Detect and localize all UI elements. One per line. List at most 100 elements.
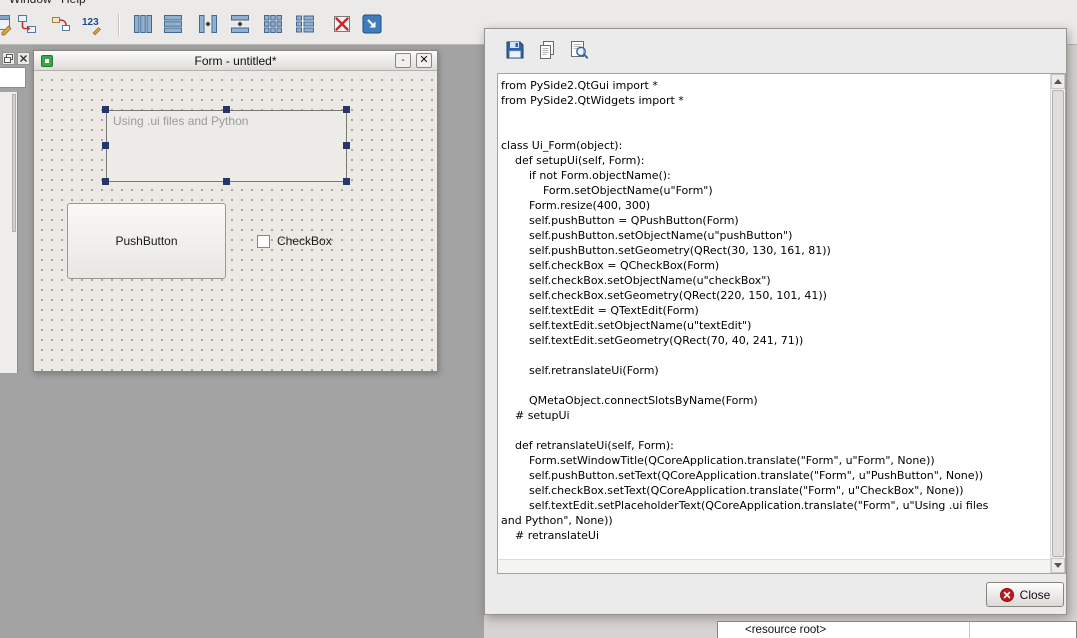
layout-form-icon[interactable]	[292, 11, 318, 37]
resource-column-divider	[969, 622, 970, 638]
code-line: Form.setWindowTitle(QCoreApplication.tra…	[501, 453, 1050, 468]
code-line: # setupUi	[501, 408, 1050, 423]
selection-handle-bottom-left[interactable]	[102, 178, 109, 185]
save-glyph	[503, 38, 527, 62]
form-window-controls: - ✕	[395, 53, 432, 68]
float-panel-icon[interactable]	[2, 52, 15, 65]
code-line	[501, 348, 1050, 363]
code-line: def retranslateUi(self, Form):	[501, 438, 1050, 453]
close-panel-icon[interactable]	[17, 52, 30, 65]
selection-handle-bottom-right[interactable]	[343, 178, 350, 185]
code-line	[501, 108, 1050, 123]
edit-buddies-icon[interactable]	[48, 11, 74, 37]
adjust-size-glyph	[360, 12, 384, 36]
scrollbar-thumb[interactable]	[1052, 90, 1064, 557]
widgetbox-filter-input[interactable]	[0, 67, 26, 88]
edit-tab-order-glyph: 123	[80, 12, 104, 36]
scroll-down-icon[interactable]	[1051, 558, 1065, 573]
layout-vertical-splitter-glyph	[228, 12, 252, 36]
edit-signals-slots-glyph	[15, 12, 39, 36]
code-line: self.pushButton.setGeometry(QRect(30, 13…	[501, 243, 1050, 258]
layout-vertically-glyph	[161, 12, 185, 36]
checkbox-indicator[interactable]	[257, 235, 270, 248]
form-canvas[interactable]: Using .ui files and Python PushButton Ch…	[34, 72, 437, 371]
resource-browser-panel[interactable]: <resource root>	[717, 621, 1077, 638]
layout-horizontal-splitter-glyph	[196, 12, 220, 36]
edit-tab-order-icon[interactable]: 123	[79, 11, 105, 37]
vertical-scrollbar[interactable]	[1050, 74, 1065, 573]
code-line: from PySide2.QtGui import *	[501, 78, 1050, 93]
pushbutton-widget[interactable]: PushButton	[67, 203, 226, 279]
find-glyph	[567, 38, 591, 62]
checkbox-widget[interactable]: CheckBox	[257, 234, 332, 248]
code-line: self.textEdit.setObjectName(u"textEdit")	[501, 318, 1050, 333]
widgetbox-scrollbar[interactable]	[12, 94, 16, 232]
copy-icon[interactable]	[535, 38, 559, 62]
selection-handle-top-center[interactable]	[223, 106, 230, 113]
scroll-up-icon[interactable]	[1051, 74, 1065, 89]
code-line: self.pushButton.setObjectName(u"pushButt…	[501, 228, 1050, 243]
resource-root-item[interactable]: <resource root>	[745, 624, 826, 636]
code-view[interactable]: from PySide2.QtGui import *from PySide2.…	[497, 73, 1066, 574]
code-line: if not Form.objectName():	[501, 168, 1050, 183]
code-line: self.textEdit.setPlaceholderText(QCoreAp…	[501, 498, 1050, 513]
break-layout-glyph	[330, 12, 354, 36]
code-line: Form.resize(400, 300)	[501, 198, 1050, 213]
close-button[interactable]: ✕	[416, 53, 432, 68]
svg-text:123: 123	[82, 17, 99, 28]
selection-handle-middle-right[interactable]	[343, 142, 350, 149]
copy-glyph	[535, 38, 559, 62]
edit-signals-slots-icon[interactable]	[14, 11, 40, 37]
selection-handle-top-right[interactable]	[343, 106, 350, 113]
code-line	[501, 123, 1050, 138]
code-line: self.checkBox.setObjectName(u"checkBox")	[501, 273, 1050, 288]
adjust-size-icon[interactable]	[359, 11, 385, 37]
code-line: self.checkBox = QCheckBox(Form)	[501, 258, 1050, 273]
layout-horizontal-splitter-icon[interactable]	[195, 11, 221, 37]
code-line: and Python", None))	[501, 513, 1050, 528]
form-editor-window: Form - untitled* - ✕ Using .ui files and…	[33, 50, 438, 372]
selection-handle-top-left[interactable]	[102, 106, 109, 113]
layout-vertical-splitter-icon[interactable]	[227, 11, 253, 37]
code-line: from PySide2.QtWidgets import *	[501, 93, 1050, 108]
code-line: QMetaObject.connectSlotsByName(Form)	[501, 393, 1050, 408]
textedit-widget[interactable]: Using .ui files and Python	[106, 110, 347, 182]
break-layout-icon[interactable]	[329, 11, 355, 37]
horizontal-scrollbar[interactable]	[498, 559, 1050, 573]
code-line	[501, 423, 1050, 438]
layout-vertically-icon[interactable]	[160, 11, 186, 37]
code-line: self.pushButton.setText(QCoreApplication…	[501, 468, 1050, 483]
dialog-close-label: Close	[1020, 588, 1051, 602]
code-line	[501, 378, 1050, 393]
float-glyph	[4, 54, 13, 63]
code-line: Form.setObjectName(u"Form")	[501, 183, 1050, 198]
code-line: # retranslateUi	[501, 528, 1050, 543]
selection-handle-bottom-center[interactable]	[223, 178, 230, 185]
layout-grid-glyph	[261, 12, 285, 36]
layout-horizontally-icon[interactable]	[130, 11, 156, 37]
layout-horizontally-glyph	[131, 12, 155, 36]
code-line: def setupUi(self, Form):	[501, 153, 1050, 168]
close-circle-icon	[1000, 588, 1014, 602]
code-line: self.retranslateUi(Form)	[501, 363, 1050, 378]
code-line: class Ui_Form(object):	[501, 138, 1050, 153]
find-icon[interactable]	[567, 38, 591, 62]
form-window-titlebar[interactable]: Form - untitled* - ✕	[34, 51, 437, 71]
minimize-button[interactable]: -	[395, 53, 411, 68]
dialog-close-button[interactable]: Close	[986, 582, 1064, 607]
code-line: self.checkBox.setText(QCoreApplication.t…	[501, 483, 1050, 498]
toolbar-separator	[118, 14, 120, 36]
selection-handle-middle-left[interactable]	[102, 142, 109, 149]
widgetbox-panel[interactable]	[0, 92, 18, 373]
layout-grid-icon[interactable]	[260, 11, 286, 37]
code-line: self.textEdit = QTextEdit(Form)	[501, 303, 1050, 318]
code-line: self.checkBox.setGeometry(QRect(220, 150…	[501, 288, 1050, 303]
code-text[interactable]: from PySide2.QtGui import *from PySide2.…	[498, 74, 1050, 559]
edit-buddies-glyph	[49, 12, 73, 36]
edit-widgets-glyph	[0, 12, 15, 36]
code-line: self.textEdit.setGeometry(QRect(70, 40, …	[501, 333, 1050, 348]
close-glyph	[19, 54, 28, 63]
form-window-title: Form - untitled*	[34, 54, 437, 68]
save-icon[interactable]	[503, 38, 527, 62]
code-line: self.pushButton = QPushButton(Form)	[501, 213, 1050, 228]
